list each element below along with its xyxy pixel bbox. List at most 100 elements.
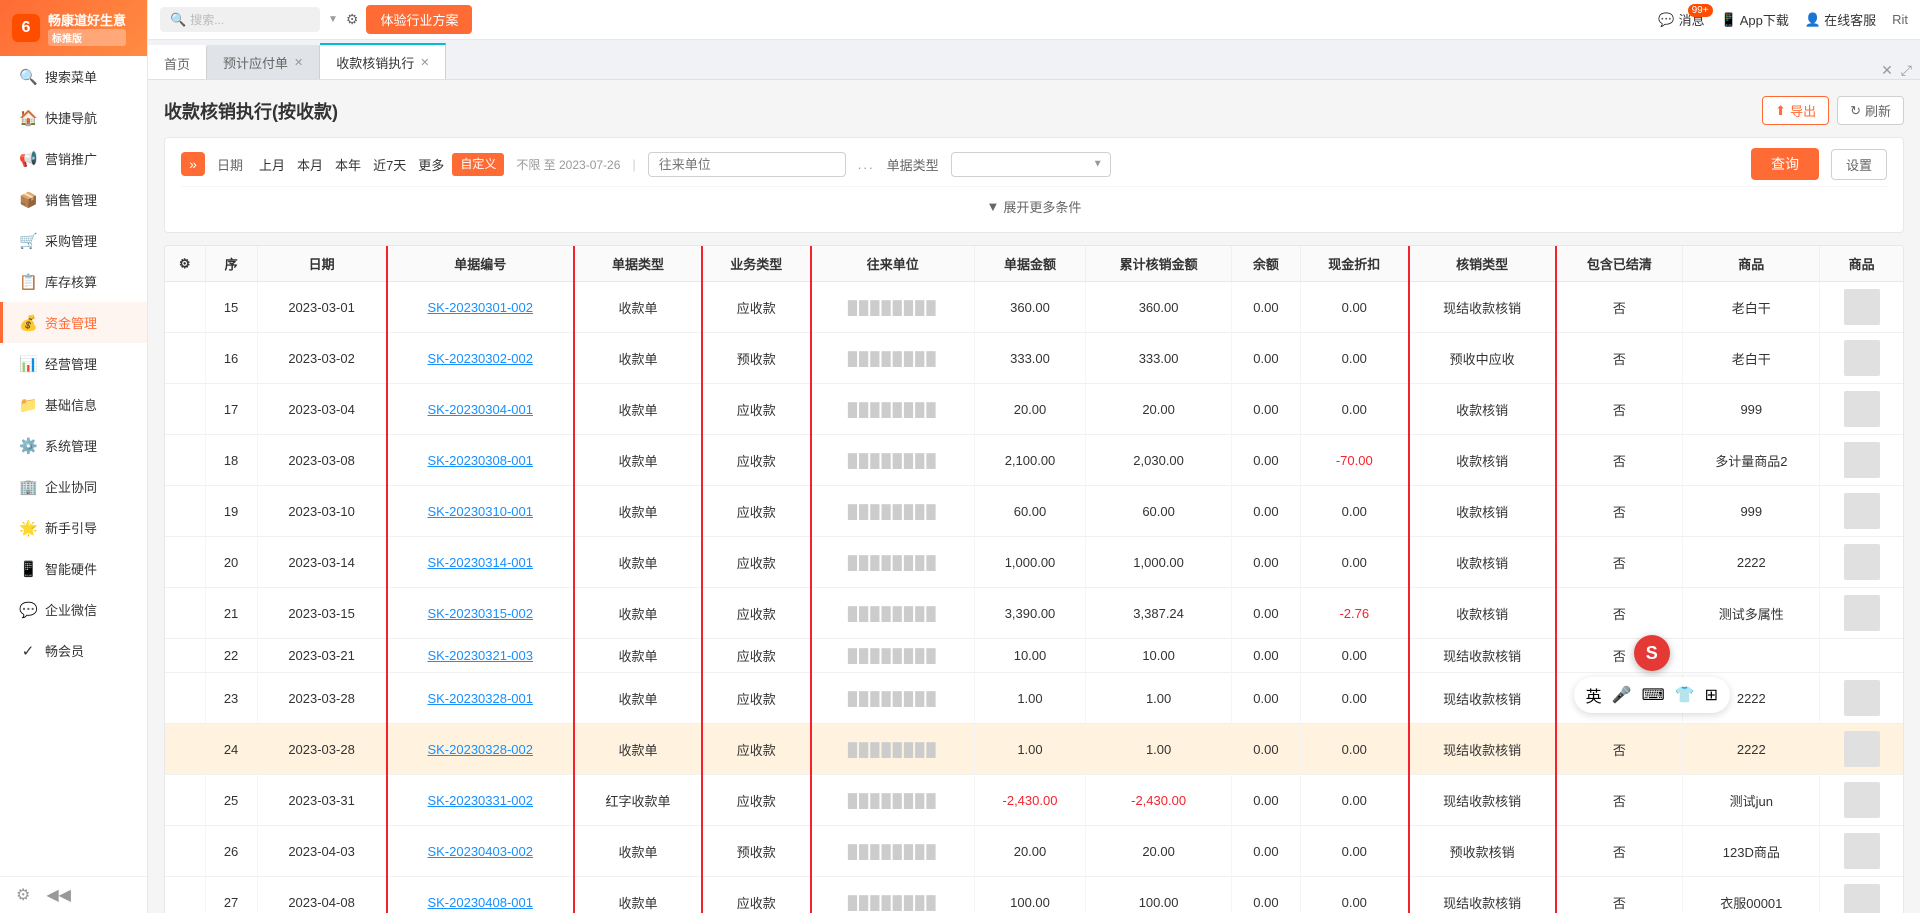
col-date-cell: 2023-03-14 [257,537,386,588]
bill-no-link[interactable]: SK-20230302-002 [427,351,533,366]
sidebar-item-basic[interactable]: 📁 基础信息 [0,384,147,425]
col-no-cell: 19 [205,486,257,537]
tab-receivable[interactable]: 预计应付单 ✕ [207,45,320,79]
filter-expand-button[interactable]: ▼ 展开更多条件 [979,193,1090,220]
col-bill-no-cell[interactable]: SK-20230321-003 [387,639,574,673]
bill-no-link[interactable]: SK-20230314-001 [427,555,533,570]
sidebar-item-search[interactable]: 🔍 搜索菜单 [0,56,147,97]
col-bill-no-cell[interactable]: SK-20230315-002 [387,588,574,639]
online-service-button[interactable]: 👤 在线客服 [1805,10,1876,29]
col-bill-no-cell[interactable]: SK-20230310-001 [387,486,574,537]
industry-plan-button[interactable]: 体验行业方案 [366,5,472,34]
date-this-month-button[interactable]: 本月 [293,153,327,176]
bill-no-link[interactable]: SK-20230408-001 [427,895,533,910]
bill-no-link[interactable]: SK-20230304-001 [427,402,533,417]
col-bill-type-cell: 收款单 [574,537,702,588]
col-writeoff-type-cell: 现结收款核销 [1409,639,1556,673]
sidebar-item-operation[interactable]: 📊 经营管理 [0,343,147,384]
date-custom-button[interactable]: 自定义 [452,153,504,176]
keyboard-icon[interactable]: ⌨ [1642,685,1665,705]
col-bill-no-cell[interactable]: SK-20230408-001 [387,877,574,913]
sidebar-item-purchase[interactable]: 🛒 采购管理 [0,220,147,261]
sidebar-item-guide[interactable]: 🌟 新手引导 [0,507,147,548]
date-more-button[interactable]: 更多 [414,153,448,176]
col-writeoff-type-cell: 预收款核销 [1409,826,1556,877]
col-goods-cell: 999 [1683,486,1820,537]
col-goods-cell: 衣服00001 [1683,877,1820,913]
sidebar-item-inventory[interactable]: 📋 库存核算 [0,261,147,302]
sidebar-item-member[interactable]: ✓ 畅会员 [0,630,147,671]
col-biz-type-cell: 预收款 [702,333,811,384]
close-receivable-tab-icon[interactable]: ✕ [294,56,303,69]
sidebar-item-shortcut[interactable]: 🏠 快捷导航 [0,97,147,138]
sidebar-item-marketing[interactable]: 📢 营销推广 [0,138,147,179]
col-bill-no-cell[interactable]: SK-20230314-001 [387,537,574,588]
col-bill-no-cell[interactable]: SK-20230302-002 [387,333,574,384]
close-window-icon[interactable]: ✕ [1881,62,1893,79]
export-button[interactable]: ⬆ 导出 [1762,96,1829,125]
sidebar-item-label: 企业协同 [45,477,97,496]
collapse-footer-icon[interactable]: ◀◀ [46,885,71,905]
filter-expand-row: ▼ 展开更多条件 [181,186,1887,222]
english-icon[interactable]: 英 [1586,683,1602,707]
refresh-icon: ↻ [1850,103,1861,119]
close-writeoff-tab-icon[interactable]: ✕ [420,56,429,69]
receivable-tab-label: 预计应付单 [223,53,288,72]
sidebar-item-wechat[interactable]: 💬 企业微信 [0,589,147,630]
col-goods2-cell [1820,673,1903,724]
sidebar-item-system[interactable]: ⚙️ 系统管理 [0,425,147,466]
message-button[interactable]: 💬 消息 99+ [1658,10,1704,29]
bill-no-link[interactable]: SK-20230328-002 [427,742,533,757]
bill-no-link[interactable]: SK-20230403-002 [427,844,533,859]
date-last-month-button[interactable]: 上月 [255,153,289,176]
mic-icon[interactable]: 🎤 [1612,685,1632,705]
col-settings-header[interactable]: ⚙ [165,246,205,282]
col-bill-no-cell[interactable]: SK-20230308-001 [387,435,574,486]
tab-writeoff[interactable]: 收款核销执行 ✕ [320,43,446,79]
col-bill-no-cell[interactable]: SK-20230328-002 [387,724,574,775]
col-balance-cell: 0.00 [1231,384,1300,435]
unit-filter-input[interactable] [648,152,846,177]
chevron-down-icon[interactable]: ▼ [328,14,338,25]
table-row: 25 2023-03-31 SK-20230331-002 红字收款单 应收款 … [165,775,1903,826]
col-writeoff-type-cell: 收款核销 [1409,486,1556,537]
bill-no-link[interactable]: SK-20230328-001 [427,691,533,706]
type-filter-select[interactable] [951,152,1111,177]
refresh-button[interactable]: ↻ 刷新 [1837,96,1904,125]
col-no-cell: 24 [205,724,257,775]
app-download-button[interactable]: 📱 App下载 [1721,10,1789,29]
col-amount-cell: 60.00 [974,486,1086,537]
table-header-row: ⚙ 序 日期 单据编号 单据类型 业务类型 往来单位 单据金额 累计核销金额 余… [165,246,1903,282]
bill-no-link[interactable]: SK-20230321-003 [427,648,533,663]
search-box[interactable]: 🔍 搜索... [160,7,320,32]
shirt-icon[interactable]: 👕 [1675,685,1695,705]
bill-no-link[interactable]: SK-20230310-001 [427,504,533,519]
bill-no-link[interactable]: SK-20230308-001 [427,453,533,468]
bill-no-link[interactable]: SK-20230301-002 [427,300,533,315]
user-menu-button[interactable]: Rit [1892,12,1908,27]
query-button[interactable]: 查询 [1751,148,1819,180]
col-bill-no-cell[interactable]: SK-20230328-001 [387,673,574,724]
filter-toggle-button[interactable]: » [181,152,205,176]
date-7days-button[interactable]: 近7天 [369,153,410,176]
settings-footer-icon[interactable]: ⚙ [16,885,30,905]
col-biz-type-cell: 应收款 [702,724,811,775]
sidebar-item-hardware[interactable]: 📱 智能硬件 [0,548,147,589]
bill-no-link[interactable]: SK-20230315-002 [427,606,533,621]
col-bill-no-cell[interactable]: SK-20230403-002 [387,826,574,877]
sidebar-item-sales[interactable]: 📦 销售管理 [0,179,147,220]
date-this-year-button[interactable]: 本年 [331,153,365,176]
grid-icon[interactable]: ⊞ [1705,685,1718,705]
tab-home[interactable]: 首页 [148,45,207,79]
settings-button[interactable]: 设置 [1831,149,1887,180]
s-logo-button[interactable]: S [1634,635,1670,671]
gear-icon[interactable]: ⚙ [346,11,359,28]
col-bill-no-cell[interactable]: SK-20230301-002 [387,282,574,333]
col-bill-no-cell[interactable]: SK-20230304-001 [387,384,574,435]
maximize-icon[interactable]: ⤢ [1901,62,1912,79]
col-writeoff-type-cell: 收款核销 [1409,384,1556,435]
sidebar-item-corp[interactable]: 🏢 企业协同 [0,466,147,507]
col-bill-no-cell[interactable]: SK-20230331-002 [387,775,574,826]
sidebar-item-capital[interactable]: 💰 资金管理 [0,302,147,343]
bill-no-link[interactable]: SK-20230331-002 [427,793,533,808]
